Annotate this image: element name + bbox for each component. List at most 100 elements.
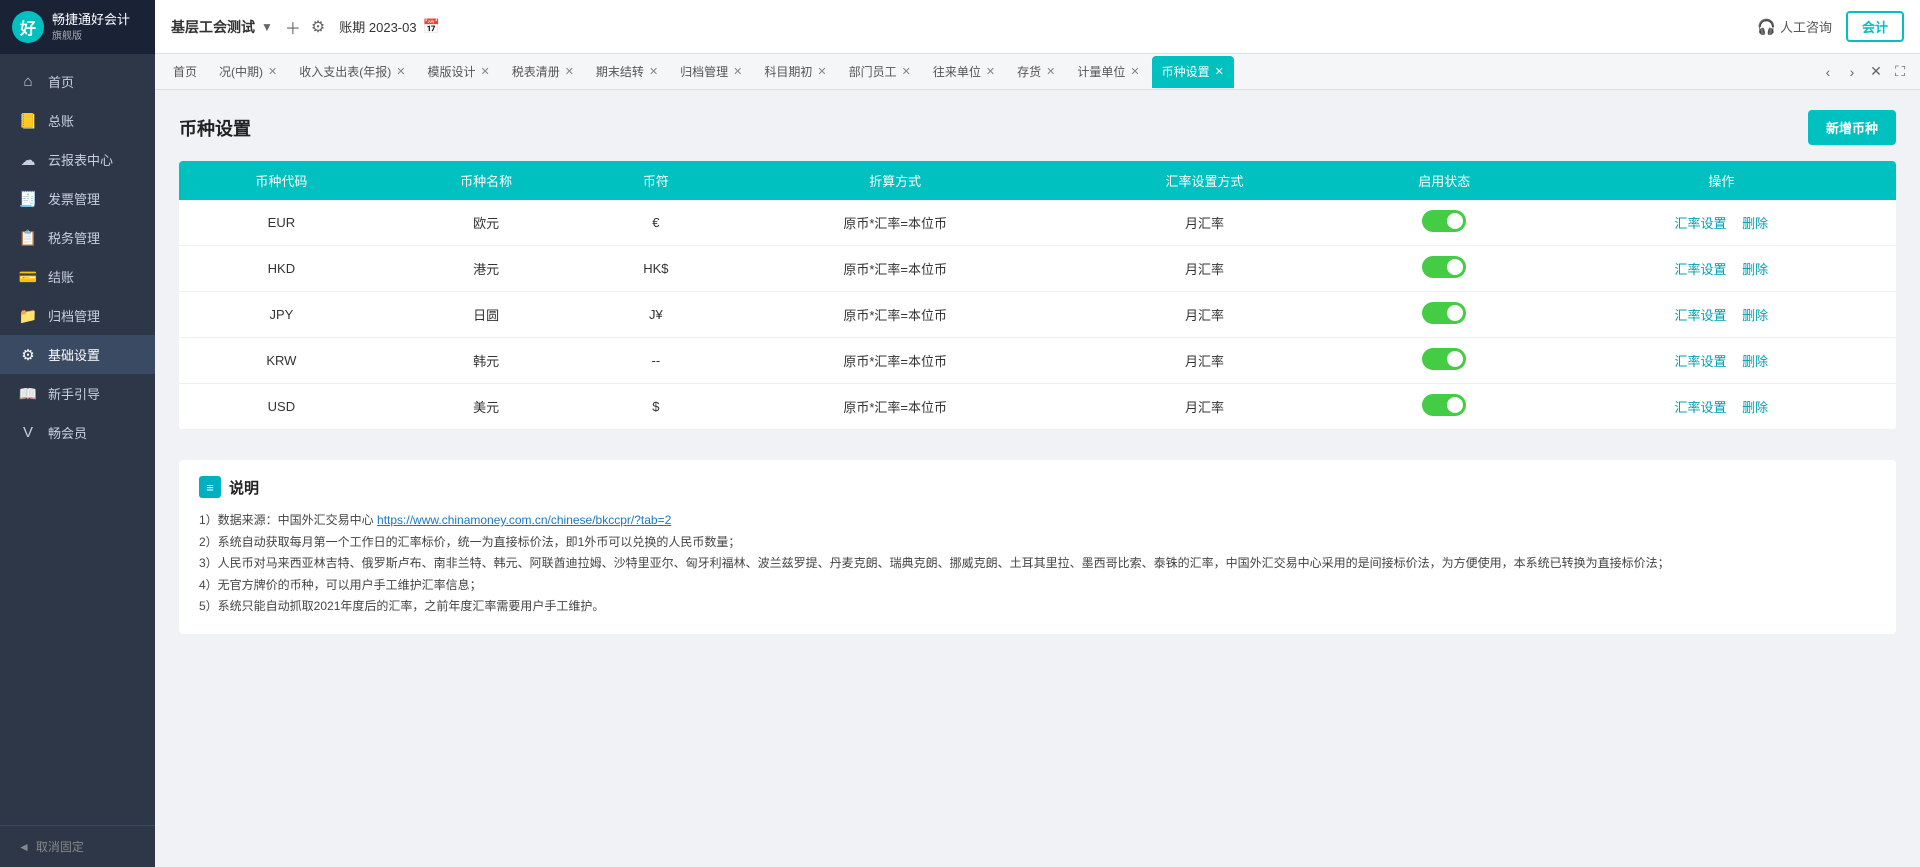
cell-rate-type: 月汇率	[1067, 246, 1342, 292]
guide-icon: 📖	[18, 385, 38, 403]
sidebar-footer-label: 取消固定	[36, 838, 84, 855]
notes-list: 1）数据来源：中国外汇交易中心 https://www.chinamoney.c…	[199, 510, 1876, 618]
cell-status	[1342, 246, 1547, 292]
sidebar-item-reports[interactable]: ☁ 云报表中心	[0, 140, 155, 179]
sidebar-item-member[interactable]: V 畅会员	[0, 413, 155, 452]
col-status: 启用状态	[1342, 161, 1547, 200]
sidebar-item-settings[interactable]: ⚙ 基础设置	[0, 335, 155, 374]
tab-inventory[interactable]: 存货 ✕	[1007, 56, 1065, 88]
toggle-enabled[interactable]	[1422, 302, 1466, 324]
tab-close-icon[interactable]: ✕	[733, 65, 742, 78]
delete-link[interactable]: 删除	[1742, 216, 1768, 231]
sidebar-item-label: 税务管理	[48, 228, 100, 247]
dropdown-icon[interactable]: ▼	[261, 20, 273, 34]
sidebar-item-tax[interactable]: 📋 税务管理	[0, 218, 155, 257]
delete-link[interactable]: 删除	[1742, 262, 1768, 277]
rate-setting-link[interactable]: 汇率设置	[1675, 400, 1727, 415]
tab-currency[interactable]: 币种设置 ✕	[1152, 56, 1234, 88]
logo-subtitle: 旗舰版	[52, 27, 130, 42]
rate-setting-link[interactable]: 汇率设置	[1675, 216, 1727, 231]
logo-title: 畅捷通好会计	[52, 12, 130, 28]
calendar-icon[interactable]: 📅	[423, 18, 440, 35]
cell-name: 美元	[384, 384, 589, 430]
cell-method: 原币*汇率=本位币	[723, 292, 1067, 338]
tab-close-icon[interactable]: ✕	[1215, 65, 1224, 78]
tab-close-icon[interactable]: ✕	[817, 65, 826, 78]
tab-close-icon[interactable]: ✕	[268, 65, 277, 78]
tab-close-icon[interactable]: ✕	[1046, 65, 1055, 78]
tab-nav-prev[interactable]: ‹	[1816, 60, 1840, 84]
tab-archive[interactable]: 归档管理 ✕	[670, 56, 752, 88]
sidebar-item-label: 新手引导	[48, 384, 100, 403]
cell-actions: 汇率设置 删除	[1547, 200, 1896, 246]
rate-setting-link[interactable]: 汇率设置	[1675, 262, 1727, 277]
tab-close-icon[interactable]: ✕	[649, 65, 658, 78]
delete-link[interactable]: 删除	[1742, 308, 1768, 323]
toggle-enabled[interactable]	[1422, 394, 1466, 416]
toggle-enabled[interactable]	[1422, 256, 1466, 278]
tab-close-icon[interactable]: ✕	[1130, 65, 1139, 78]
tab-close-icon[interactable]: ✕	[565, 65, 574, 78]
cell-code: HKD	[179, 246, 384, 292]
sidebar-item-home[interactable]: ⌂ 首页	[0, 62, 155, 101]
tab-close-all[interactable]: ✕	[1864, 60, 1888, 84]
checkout-icon: 💳	[18, 268, 38, 286]
delete-link[interactable]: 删除	[1742, 354, 1768, 369]
cell-status	[1342, 200, 1547, 246]
sidebar-item-ledger[interactable]: 📒 总账	[0, 101, 155, 140]
tab-clients[interactable]: 往来单位 ✕	[923, 56, 1005, 88]
currency-table: 币种代码 币种名称 币符 折算方式 汇率设置方式 启用状态 操作 EUR 欧元 …	[179, 161, 1896, 430]
notes-item: 1）数据来源：中国外汇交易中心 https://www.chinamoney.c…	[199, 510, 1876, 532]
member-icon: V	[18, 424, 38, 441]
tab-departments[interactable]: 部门员工 ✕	[839, 56, 921, 88]
tab-annual[interactable]: 收入支出表(年报) ✕	[289, 56, 415, 88]
service-button[interactable]: 🎧 人工咨询	[1757, 17, 1832, 36]
cell-actions: 汇率设置 删除	[1547, 384, 1896, 430]
cell-method: 原币*汇率=本位币	[723, 200, 1067, 246]
toggle-enabled[interactable]	[1422, 348, 1466, 370]
delete-link[interactable]: 删除	[1742, 400, 1768, 415]
tab-close-icon[interactable]: ✕	[480, 65, 489, 78]
company-settings-icon[interactable]: ⚙	[311, 17, 325, 37]
table-row: HKD 港元 HK$ 原币*汇率=本位币 月汇率 汇率设置 删除	[179, 246, 1896, 292]
cell-symbol: HK$	[589, 246, 724, 292]
sidebar-item-guide[interactable]: 📖 新手引导	[0, 374, 155, 413]
cell-method: 原币*汇率=本位币	[723, 246, 1067, 292]
tab-home[interactable]: 首页	[163, 56, 207, 88]
tab-expand[interactable]: ⛶	[1888, 60, 1912, 84]
sidebar-item-checkout[interactable]: 💳 结账	[0, 257, 155, 296]
toggle-enabled[interactable]	[1422, 210, 1466, 232]
tab-template[interactable]: 模版设计 ✕	[417, 56, 499, 88]
tabbar: 首页 况(中期) ✕ 收入支出表(年报) ✕ 模版设计 ✕ 税表清册 ✕ 期末结…	[155, 54, 1920, 90]
cell-name: 日圆	[384, 292, 589, 338]
main-area: 基层工会测试 ▼ ＋ ⚙ 账期 2023-03 📅 🎧 人工咨询 会计 首页 况…	[155, 0, 1920, 867]
headset-icon: 🎧	[1757, 18, 1776, 36]
tab-units[interactable]: 计量单位 ✕	[1067, 56, 1149, 88]
tab-close-icon[interactable]: ✕	[902, 65, 911, 78]
new-currency-button[interactable]: 新增币种	[1808, 110, 1896, 145]
sidebar-item-invoice[interactable]: 🧾 发票管理	[0, 179, 155, 218]
add-company-icon[interactable]: ＋	[285, 15, 301, 39]
tab-close-icon[interactable]: ✕	[986, 65, 995, 78]
notes-item: 5）系统只能自动抓取2021年度后的汇率，之前年度汇率需要用户手工维护。	[199, 596, 1876, 618]
tab-close-icon[interactable]: ✕	[396, 65, 405, 78]
tab-subjects[interactable]: 科目期初 ✕	[754, 56, 836, 88]
tab-middle[interactable]: 况(中期) ✕	[209, 56, 287, 88]
page-header: 币种设置 新增币种	[179, 110, 1896, 145]
cell-status	[1342, 292, 1547, 338]
sidebar-item-archive[interactable]: 📁 归档管理	[0, 296, 155, 335]
rate-setting-link[interactable]: 汇率设置	[1675, 308, 1727, 323]
account-button[interactable]: 会计	[1846, 11, 1904, 42]
tabbar-nav: ‹ › ✕ ⛶	[1816, 60, 1912, 84]
sidebar: 好 畅捷通好会计 旗舰版 ⌂ 首页 📒 总账 ☁ 云报表中心 🧾 发票管理 📋 …	[0, 0, 155, 867]
tab-nav-next[interactable]: ›	[1840, 60, 1864, 84]
notes-link[interactable]: https://www.chinamoney.com.cn/chinese/bk…	[377, 513, 671, 527]
company-name[interactable]: 基层工会测试 ▼	[171, 17, 273, 37]
tab-period-end[interactable]: 期末结转 ✕	[586, 56, 668, 88]
notes-title: ≡ 说明	[199, 476, 1876, 498]
cell-name: 欧元	[384, 200, 589, 246]
tab-tax[interactable]: 税表清册 ✕	[502, 56, 584, 88]
sidebar-footer[interactable]: ◄ 取消固定	[0, 825, 155, 867]
col-actions: 操作	[1547, 161, 1896, 200]
rate-setting-link[interactable]: 汇率设置	[1675, 354, 1727, 369]
